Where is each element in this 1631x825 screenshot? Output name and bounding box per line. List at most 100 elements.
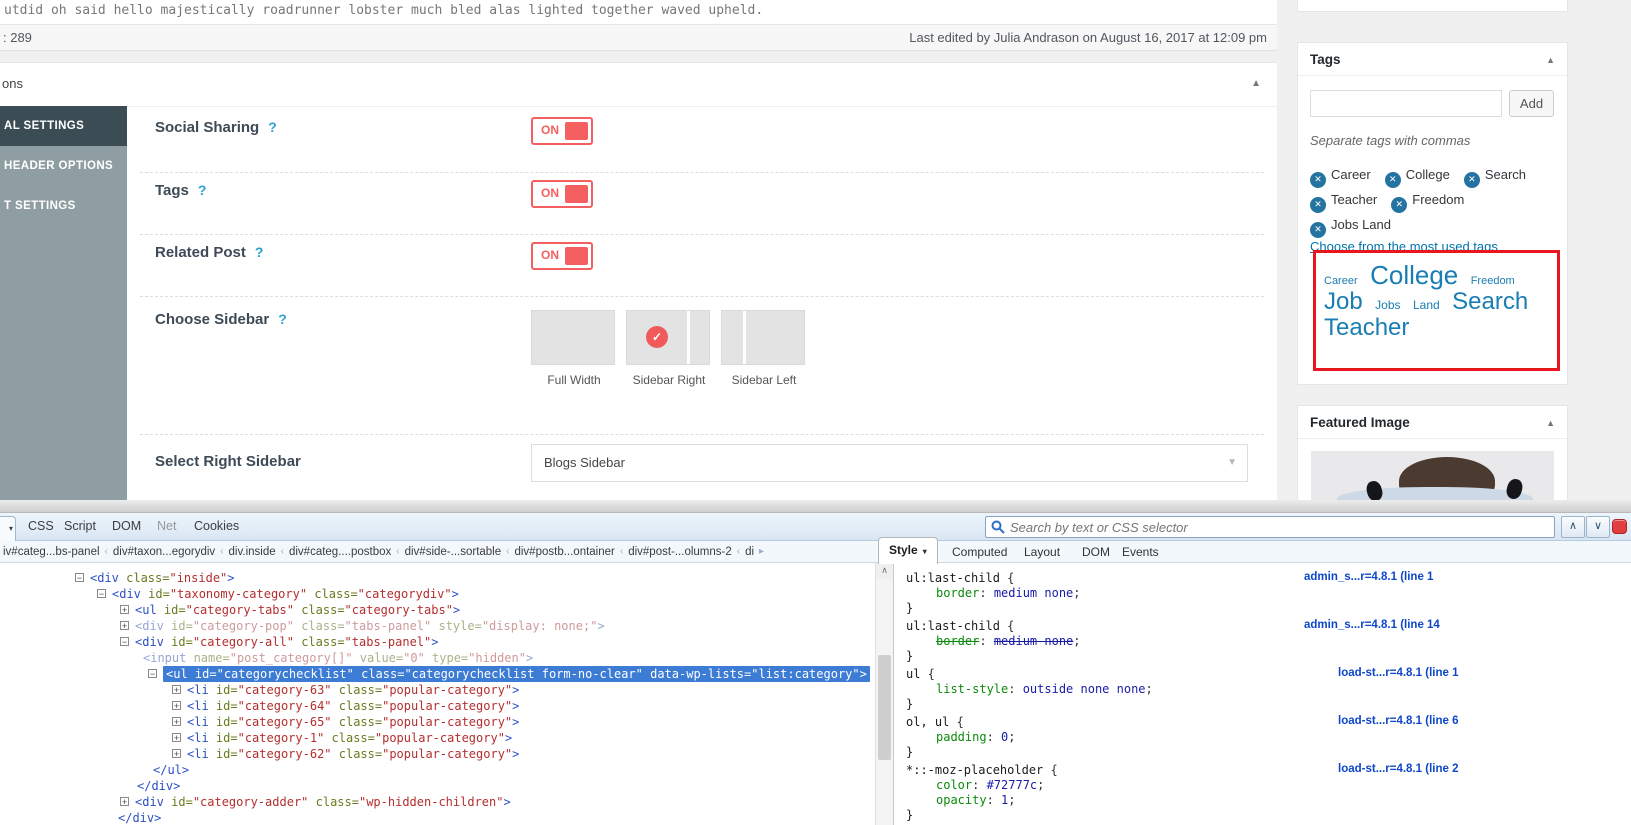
html-tree-node[interactable]: + <div id="category-pop" class="tabs-pane…	[120, 618, 605, 634]
sidebar-option-sidebar-left[interactable]	[721, 310, 805, 365]
tree-scrollbar[interactable]: ∧	[875, 563, 893, 825]
breadcrumb-item[interactable]: iv#categ...bs-panel	[3, 546, 100, 558]
breadcrumb-item[interactable]: div.inside	[229, 546, 276, 558]
devtools-tab-cookies[interactable]: Cookies	[194, 513, 239, 540]
metabox-header[interactable]: ons ▲	[0, 63, 1277, 107]
html-tree-node[interactable]: </ul>	[153, 762, 189, 778]
remove-tag-icon[interactable]: ✕	[1310, 222, 1326, 238]
remove-tag-icon[interactable]: ✕	[1384, 172, 1401, 188]
scrollbar-thumb[interactable]	[878, 655, 891, 760]
collapse-node-icon[interactable]: −	[75, 573, 84, 583]
toggle-tags[interactable]: ON	[531, 180, 593, 208]
html-tree-node[interactable]: + <li id="category-62" class="popular-cat…	[172, 746, 519, 762]
collapse-triangle-icon[interactable]: ▲	[1251, 78, 1261, 89]
expand-icon[interactable]: +	[172, 685, 181, 695]
remove-tag-icon[interactable]: ✕	[1310, 172, 1326, 188]
expand-icon[interactable]: +	[120, 797, 129, 807]
breadcrumb-item[interactable]: di	[745, 546, 754, 558]
html-tree-node[interactable]: − <div id="taxonomy-category" class="cate…	[97, 586, 459, 602]
html-tree-node[interactable]: + <li id="category-63" class="popular-cat…	[172, 682, 519, 698]
css-source-link[interactable]: admin_s...r=4.8.1 (line 14	[1304, 619, 1440, 631]
css-source-link[interactable]: load-st...r=4.8.1 (line 6	[1338, 715, 1458, 727]
devtools-tab-bar: ▾ CSS Script DOM Net Cookies ∧ ∨	[0, 513, 1631, 542]
cloud-tag-freedom[interactable]: Freedom	[1471, 275, 1515, 287]
scrollbar-up-icon[interactable]: ∧	[876, 563, 893, 579]
html-tree-node[interactable]: <input name="post_category[]" value="0" …	[143, 650, 533, 666]
cloud-tag-land[interactable]: Land	[1413, 298, 1440, 312]
expand-icon[interactable]: +	[172, 733, 181, 743]
panel-tab-dom[interactable]: DOM	[1082, 541, 1110, 563]
help-icon[interactable]: ?	[255, 244, 264, 260]
firebug-deactivate-button[interactable]	[1612, 519, 1627, 534]
toggle-knob[interactable]	[565, 122, 588, 140]
html-tree-node[interactable]: − <div class="inside">	[75, 570, 235, 586]
html-tree-node[interactable]: </div>	[137, 778, 180, 794]
html-tree-node[interactable]: + <div id="category-adder" class="wp-hidd…	[120, 794, 511, 810]
collapse-triangle-icon[interactable]: ▲	[1546, 55, 1555, 65]
remove-tag-icon[interactable]: ✕	[1310, 197, 1326, 213]
devtools-tab-script[interactable]: Script	[64, 513, 96, 540]
cloud-tag-teacher[interactable]: Teacher	[1324, 314, 1409, 341]
html-tree-node[interactable]: − <ul id="categorychecklist" class="categ…	[148, 666, 870, 682]
breadcrumb-item[interactable]: div#postb...ontainer	[514, 546, 614, 558]
collapse-node-icon[interactable]: −	[120, 637, 129, 647]
tab-dropdown-icon[interactable]: ▾	[9, 524, 13, 533]
settings-tab-header-options[interactable]: HEADER OPTIONS	[0, 146, 127, 186]
html-tree-node[interactable]: + <li id="category-65" class="popular-cat…	[172, 714, 519, 730]
collapse-node-icon[interactable]: −	[97, 589, 106, 599]
cloud-tag-career[interactable]: Career	[1324, 275, 1358, 287]
panel-tab-events[interactable]: Events	[1122, 541, 1159, 563]
devtools-window-edge[interactable]	[0, 500, 1631, 513]
html-tree-node[interactable]: − <div id="category-all" class="tabs-pane…	[120, 634, 438, 650]
tab-dropdown-icon[interactable]: ▾	[923, 547, 927, 556]
panel-tab-computed[interactable]: Computed	[952, 541, 1007, 563]
css-source-link[interactable]: load-st...r=4.8.1 (line 1	[1338, 667, 1458, 679]
help-icon[interactable]: ?	[278, 311, 287, 327]
settings-tab-t-settings[interactable]: T SETTINGS	[0, 186, 127, 226]
toggle-social-sharing[interactable]: ON	[531, 117, 593, 145]
devtools-search-input[interactable]	[985, 516, 1555, 538]
toggle-knob[interactable]	[565, 247, 588, 265]
expand-icon[interactable]: +	[172, 701, 181, 711]
remove-tag-icon[interactable]: ✕	[1391, 197, 1408, 213]
toggle-related-post[interactable]: ON	[531, 242, 593, 270]
help-icon[interactable]: ?	[198, 182, 207, 198]
cloud-tag-search[interactable]: Search	[1452, 288, 1528, 315]
new-tag-input[interactable]	[1310, 90, 1502, 117]
expand-icon[interactable]: +	[172, 749, 181, 759]
devtools-tab-css[interactable]: CSS	[28, 513, 54, 540]
css-source-link[interactable]: load-st...r=4.8.1 (line 2	[1338, 763, 1458, 775]
right-sidebar-select[interactable]: Blogs Sidebar ▼	[531, 444, 1248, 482]
expand-icon[interactable]: +	[172, 717, 181, 727]
sidebar-option-sidebar-right[interactable]: ✓	[626, 310, 710, 365]
devtools-tab-dom[interactable]: DOM	[112, 513, 141, 540]
collapse-triangle-icon[interactable]: ▲	[1546, 418, 1555, 428]
breadcrumb-item[interactable]: div#post-...olumns-2	[628, 546, 732, 558]
html-tree-node[interactable]: </div>	[118, 810, 161, 825]
help-icon[interactable]: ?	[268, 119, 277, 135]
cloud-tag-job[interactable]: Job	[1324, 288, 1363, 315]
panel-tab-style[interactable]: Style ▾	[878, 537, 938, 564]
panel-tab-layout[interactable]: Layout	[1024, 541, 1060, 563]
html-tree-node[interactable]: + <li id="category-64" class="popular-cat…	[172, 698, 519, 714]
remove-tag-icon[interactable]: ✕	[1463, 172, 1480, 188]
search-prev-button[interactable]: ∧	[1561, 516, 1585, 538]
breadcrumb-item[interactable]: div#categ....postbox	[289, 546, 391, 558]
html-tree-node[interactable]: + <ul id="category-tabs" class="category-…	[120, 602, 460, 618]
breadcrumb-item[interactable]: div#taxon...egorydiv	[113, 546, 215, 558]
add-tag-button[interactable]: Add	[1509, 90, 1554, 117]
settings-tab-al-settings[interactable]: AL SETTINGS	[0, 106, 127, 146]
expand-icon[interactable]: +	[120, 621, 129, 631]
breadcrumb-item[interactable]: div#side-...sortable	[405, 546, 502, 558]
expand-icon[interactable]: +	[120, 605, 129, 615]
sidebar-option-full-width[interactable]	[531, 310, 615, 365]
toggle-knob[interactable]	[565, 185, 588, 203]
search-next-button[interactable]: ∨	[1586, 516, 1610, 538]
collapse-node-icon[interactable]: −	[148, 669, 157, 679]
post-editor-text[interactable]: utdid oh said hello majestically roadrun…	[0, 0, 1277, 25]
html-tree-node[interactable]: + <li id="category-1" class="popular-cate…	[172, 730, 512, 746]
cloud-tag-jobs[interactable]: Jobs	[1375, 298, 1400, 312]
cloud-tag-college[interactable]: College	[1370, 260, 1458, 290]
html-tab-partial[interactable]: ▾	[0, 516, 16, 542]
css-source-link[interactable]: admin_s...r=4.8.1 (line 1	[1304, 571, 1433, 583]
